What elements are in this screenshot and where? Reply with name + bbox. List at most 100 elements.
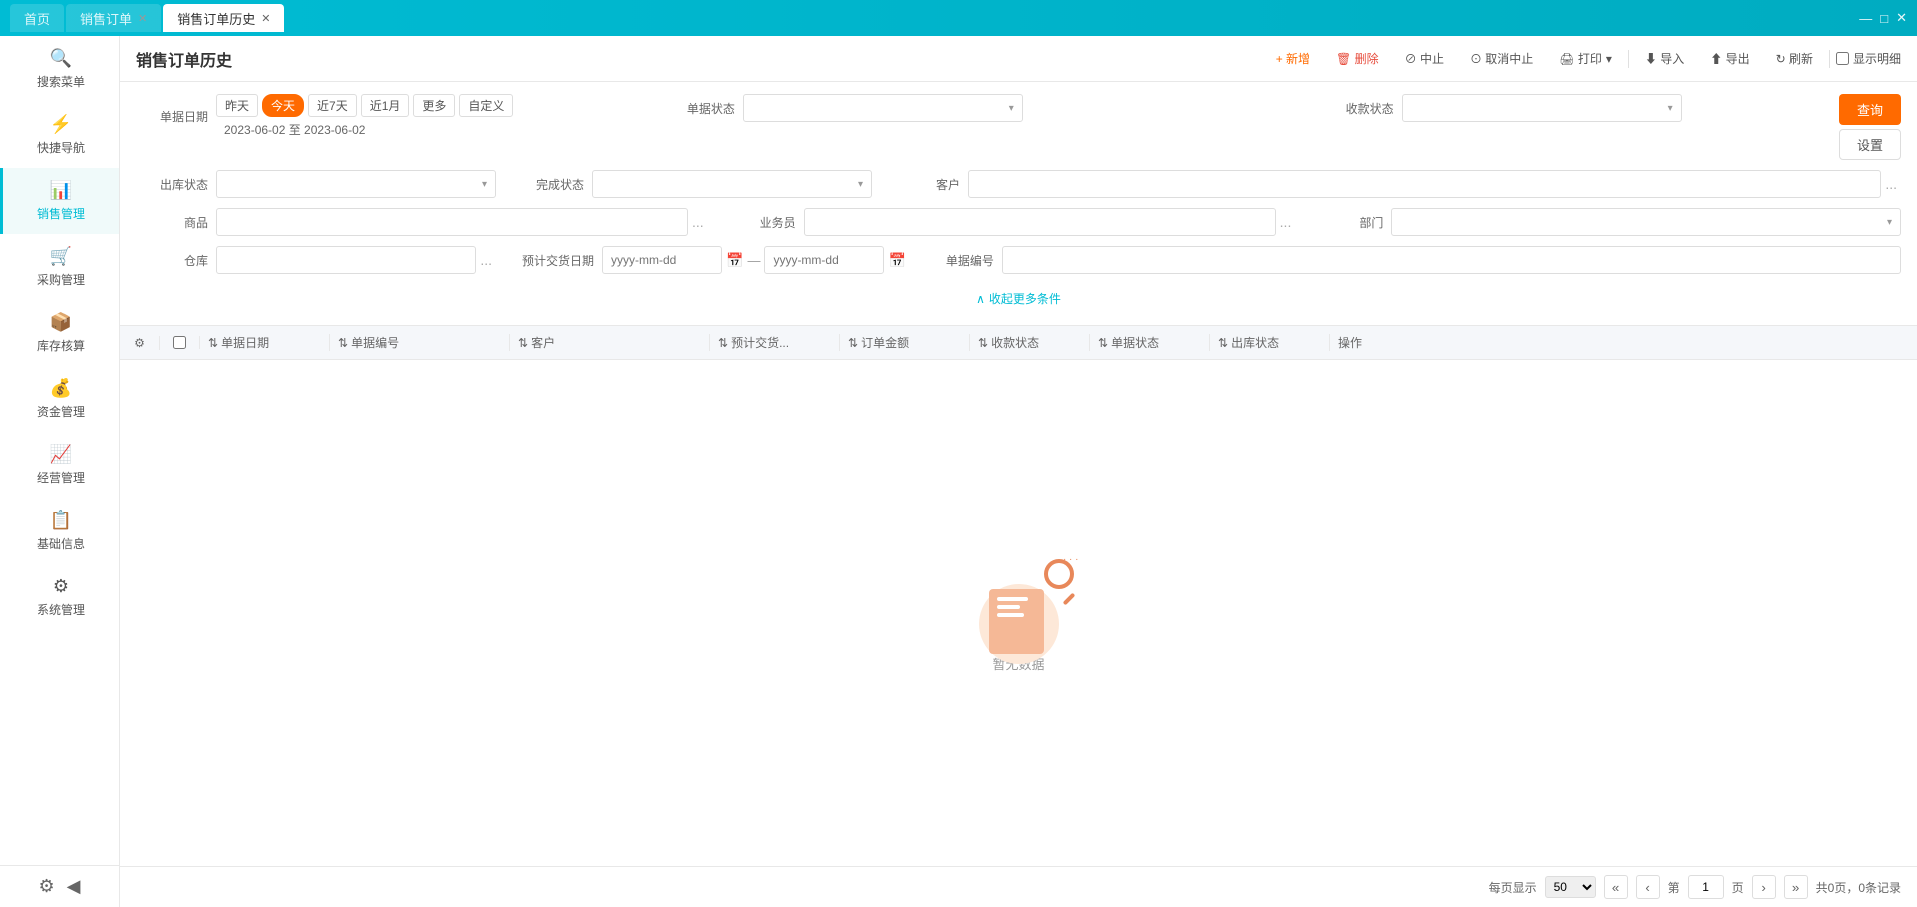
sort-orderstatus-icon: ⇅ [1098, 336, 1108, 350]
col-check-header[interactable] [160, 336, 200, 349]
out-status-select[interactable]: ▾ [216, 170, 496, 198]
restore-icon[interactable]: □ [1880, 11, 1888, 26]
query-button[interactable]: 查询 [1839, 94, 1901, 125]
order-no-label: 单据编号 [922, 252, 1002, 269]
tab-sales-order-close[interactable]: ✕ [138, 12, 147, 25]
sidebar-item-quick-nav[interactable]: ⚡ 快捷导航 [0, 102, 119, 168]
top-bar: 首页 销售订单 ✕ 销售订单历史 ✕ — □ ✕ [0, 0, 1917, 36]
close-icon[interactable]: ✕ [1896, 10, 1907, 26]
sidebar-item-operations-label: 经营管理 [37, 469, 85, 486]
sidebar-item-search[interactable]: 🔍 搜索菜单 [0, 36, 119, 102]
tab-home[interactable]: 首页 [10, 4, 64, 32]
order-status-label: 单据状态 [663, 100, 743, 117]
prev-page-button[interactable]: ‹ [1636, 875, 1660, 899]
sidebar-item-sales[interactable]: 📊 销售管理 [0, 168, 119, 234]
order-status-select[interactable]: ▾ [743, 94, 1023, 122]
total-records: 共0页，0条记录 [1816, 879, 1901, 896]
sidebar-item-inventory[interactable]: 📦 库存核算 [0, 300, 119, 366]
sidebar-item-finance[interactable]: 💰 资金管理 [0, 366, 119, 432]
col-payment-header[interactable]: ⇅ 收款状态 [970, 334, 1090, 351]
date-range-display: 2023-06-02 至 2023-06-02 [224, 121, 513, 138]
product-select[interactable] [216, 208, 688, 236]
col-customer-header[interactable]: ⇅ 客户 [510, 334, 710, 351]
sidebar-item-basic-info[interactable]: 📋 基础信息 [0, 498, 119, 564]
date-dash: — [747, 253, 760, 268]
collapse-more-btn[interactable]: ∧ 收起更多条件 [136, 284, 1901, 313]
date-custom[interactable]: 自定义 [459, 94, 513, 117]
order-no-input[interactable] [1002, 246, 1901, 274]
col-num-header[interactable]: ⇅ 单据编号 [330, 334, 510, 351]
finance-icon: 💰 [50, 378, 72, 399]
new-button[interactable]: + 新增 [1266, 46, 1320, 71]
department-select[interactable]: ▾ [1391, 208, 1901, 236]
delete-button[interactable]: 🗑 删除 [1326, 46, 1389, 71]
page-label-text: 第 [1668, 879, 1680, 896]
display-detail-toggle[interactable]: 显示明细 [1836, 50, 1901, 67]
action-buttons: 查询 设置 [1839, 94, 1901, 160]
last-page-button[interactable]: » [1784, 875, 1808, 899]
next-page-button[interactable]: › [1752, 875, 1776, 899]
customer-more[interactable]: ... [1885, 176, 1897, 192]
sidebar-item-operations[interactable]: 📈 经营管理 [0, 432, 119, 498]
purchase-icon: 🛒 [50, 246, 72, 267]
date-yesterday[interactable]: 昨天 [216, 94, 258, 117]
settings-bottom-icon[interactable]: ⚙ [39, 876, 55, 897]
empty-state: · · · 暂无数据 [120, 360, 1917, 866]
print-button[interactable]: 🖨 打印 ▾ [1549, 46, 1622, 71]
collapse-sidebar-icon[interactable]: ◀ [67, 876, 81, 897]
stop-button[interactable]: ⊘ 中止 [1395, 46, 1454, 71]
display-detail-checkbox[interactable] [1836, 52, 1849, 65]
warehouse-select[interactable] [216, 246, 476, 274]
date-1month[interactable]: 近1月 [361, 94, 410, 117]
warehouse-more[interactable]: ... [480, 252, 492, 268]
minimize-icon[interactable]: — [1859, 11, 1872, 26]
toolbar-divider2 [1829, 50, 1830, 68]
date-today[interactable]: 今天 [262, 94, 304, 117]
sidebar-item-system[interactable]: ⚙ 系统管理 [0, 564, 119, 630]
sales-icon: 📊 [50, 180, 72, 201]
sidebar-item-finance-label: 资金管理 [37, 403, 85, 420]
settings-button[interactable]: 设置 [1839, 129, 1901, 160]
date-7days[interactable]: 近7天 [308, 94, 357, 117]
first-page-button[interactable]: « [1604, 875, 1628, 899]
search-icon: 🔍 [50, 48, 72, 69]
tab-sales-order[interactable]: 销售订单 ✕ [66, 4, 161, 32]
col-settings-header[interactable]: ⚙ [120, 336, 160, 350]
page-number-input[interactable] [1688, 875, 1724, 899]
main-layout: 🔍 搜索菜单 ⚡ 快捷导航 📊 销售管理 🛒 采购管理 📦 库存核算 💰 资金管… [0, 36, 1917, 907]
import-button[interactable]: ⬇ 导入 [1635, 46, 1694, 71]
per-page-select[interactable]: 50 10 20 100 [1545, 876, 1596, 898]
print-button-label: 🖨 打印 [1559, 50, 1602, 67]
payment-status-select[interactable]: ▾ [1402, 94, 1682, 122]
col-out-status-header[interactable]: ⇅ 出库状态 [1210, 334, 1330, 351]
calendar-end-icon[interactable]: 📅 [888, 252, 905, 269]
refresh-button[interactable]: ↻ 刷新 [1766, 46, 1823, 71]
customer-select[interactable] [968, 170, 1881, 198]
product-more[interactable]: ... [692, 214, 704, 230]
tab-sales-order-history-close[interactable]: ✕ [261, 12, 270, 25]
new-button-label: + 新增 [1276, 50, 1310, 67]
tab-list: 首页 销售订单 ✕ 销售订单历史 ✕ [10, 4, 284, 32]
sidebar-item-system-label: 系统管理 [37, 601, 85, 618]
delivery-date-end[interactable] [764, 246, 884, 274]
date-more[interactable]: 更多 [413, 94, 455, 117]
product-label: 商品 [136, 214, 216, 231]
col-amount-header[interactable]: ⇅ 订单金额 [840, 334, 970, 351]
date-filter-label: 单据日期 [136, 108, 216, 125]
calendar-start-icon[interactable]: 📅 [726, 252, 743, 269]
operations-icon: 📈 [50, 444, 72, 465]
salesperson-more[interactable]: ... [1280, 214, 1292, 230]
col-delivery-header[interactable]: ⇅ 预计交货... [710, 334, 840, 351]
toolbar-divider [1628, 50, 1629, 68]
col-date-header[interactable]: ⇅ 单据日期 [200, 334, 330, 351]
cancel-stop-button[interactable]: ⊙ 取消中止 [1460, 46, 1543, 71]
salesperson-select[interactable] [804, 208, 1276, 236]
tab-sales-order-history[interactable]: 销售订单历史 ✕ [163, 4, 284, 32]
complete-status-select[interactable]: ▾ [592, 170, 872, 198]
col-order-status-header[interactable]: ⇅ 单据状态 [1090, 334, 1210, 351]
export-button[interactable]: ⬆ 导出 [1700, 46, 1759, 71]
sort-date-icon: ⇅ [208, 336, 218, 350]
sidebar-item-purchase[interactable]: 🛒 采购管理 [0, 234, 119, 300]
select-all-checkbox[interactable] [173, 336, 186, 349]
delivery-date-start[interactable] [602, 246, 722, 274]
